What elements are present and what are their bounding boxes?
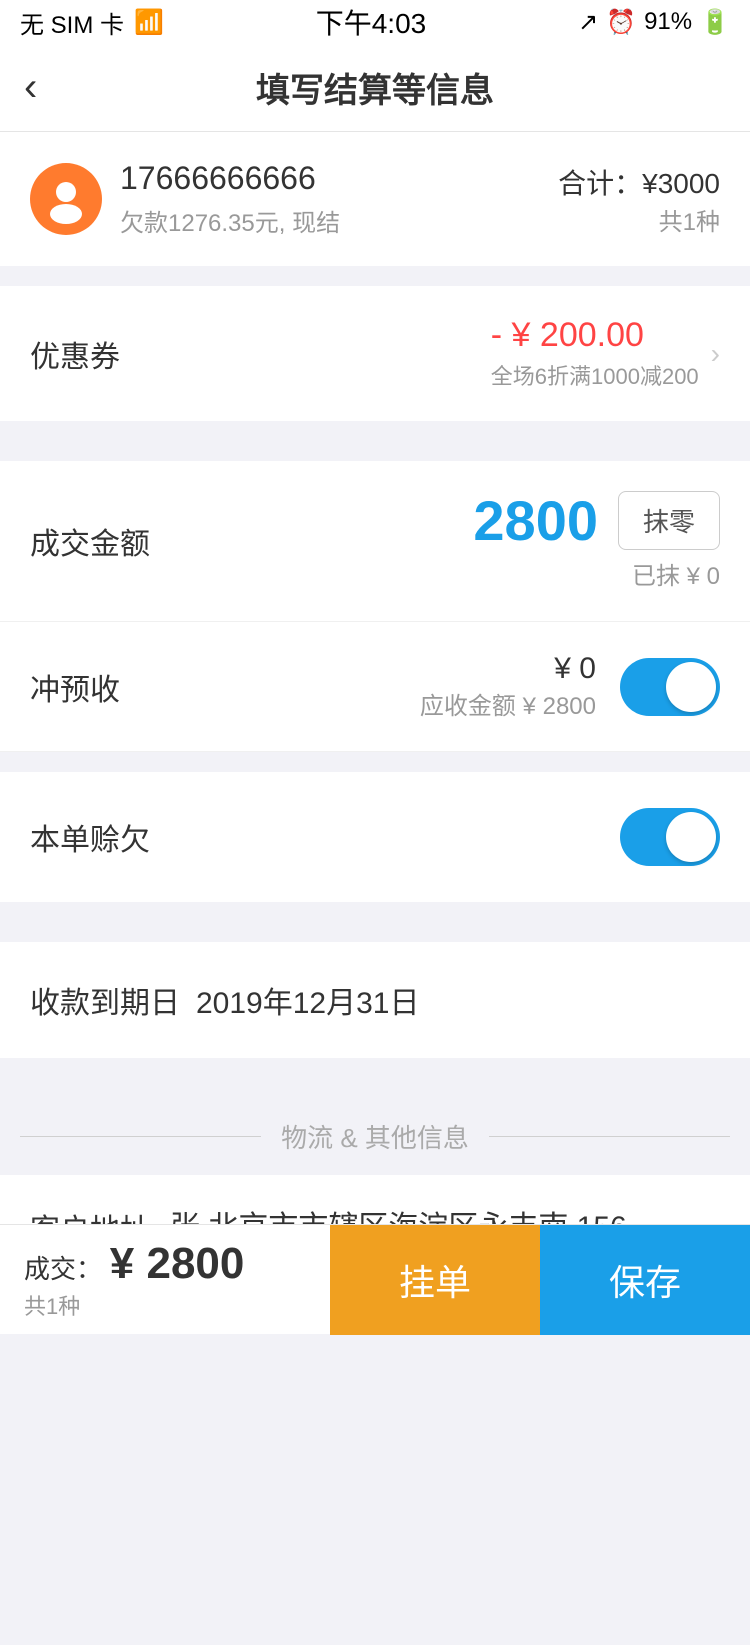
deal-amount-section: 2800 抹零 已抹 ¥ 0 <box>473 491 720 591</box>
coupon-amount: - ¥ 200.00 <box>491 316 699 355</box>
back-button[interactable]: ‹ <box>24 65 37 110</box>
status-time: 下午4:03 <box>316 2 427 42</box>
deal-amount-row: 成交金额 2800 抹零 已抹 ¥ 0 <box>0 461 750 622</box>
toggle-knob <box>666 662 716 712</box>
section-divider-2 <box>0 752 750 772</box>
bottom-amount: ¥ 2800 <box>110 1239 245 1288</box>
customer-info: 17666666666 欠款1276.35元, 现结 <box>120 160 340 238</box>
debt-toggle[interactable] <box>620 808 720 866</box>
bottom-bar: 成交： ¥ 2800 共1种 挂单 保存 <box>0 1224 750 1334</box>
section-divider-4 <box>0 1078 750 1098</box>
bottom-deal-row: 成交： ¥ 2800 <box>24 1239 306 1289</box>
deal-amount-label: 成交金额 <box>30 519 150 563</box>
debt-row: 本单赊欠 <box>0 772 750 902</box>
already-rounded-text: 已抹 ¥ 0 <box>632 556 720 591</box>
prepay-values: ¥ 0 应收金额 ¥ 2800 <box>420 652 596 721</box>
bottom-count: 共1种 <box>24 1289 306 1321</box>
nav-bar: ‹ 填写结算等信息 <box>0 44 750 132</box>
logistics-text: 物流 & 其他信息 <box>281 1118 469 1155</box>
logistics-line-right <box>489 1136 730 1137</box>
battery-level: 91% <box>644 8 692 36</box>
prepay-label: 冲预收 <box>30 665 120 709</box>
bottom-deal-label: 成交： <box>24 1254 102 1284</box>
due-date-row: 收款到期日 2019年12月31日 <box>0 942 750 1058</box>
total-label: 合计： <box>558 168 642 199</box>
section-divider-3 <box>0 922 750 942</box>
wifi-icon: 📶 <box>134 8 164 37</box>
debt-label: 本单赊欠 <box>30 815 150 859</box>
coupon-label: 优惠券 <box>30 332 120 376</box>
prepay-toggle[interactable] <box>620 658 720 716</box>
deal-amount-inner-row: 2800 抹零 <box>473 491 720 550</box>
deal-amount-value: 2800 <box>473 493 598 549</box>
coupon-description: 全场6折满1000减200 <box>491 359 699 391</box>
total-count: 共1种 <box>558 202 720 237</box>
gray-area <box>0 1325 750 1525</box>
sim-status: 无 SIM 卡 <box>20 5 124 40</box>
logistics-divider: 物流 & 其他信息 <box>0 1098 750 1175</box>
status-bar: 无 SIM 卡 📶 下午4:03 ↗ ⏰ 91% 🔋 <box>0 0 750 44</box>
hang-order-button[interactable]: 挂单 <box>330 1225 540 1335</box>
coupon-row[interactable]: 优惠券 - ¥ 200.00 全场6折满1000减200 › <box>0 286 750 421</box>
bottom-info: 成交： ¥ 2800 共1种 <box>0 1239 330 1321</box>
status-left: 无 SIM 卡 📶 <box>20 5 164 40</box>
coupon-right: - ¥ 200.00 全场6折满1000减200 › <box>491 316 720 391</box>
prepay-row: 冲预收 ¥ 0 应收金额 ¥ 2800 <box>0 622 750 752</box>
battery-icon: 🔋 <box>700 8 730 37</box>
location-icon: ↗ <box>578 8 598 37</box>
due-date-value: 2019年12月31日 <box>196 978 419 1022</box>
prepay-amount: ¥ 0 <box>554 652 596 686</box>
customer-card: 17666666666 欠款1276.35元, 现结 合计：¥3000 共1种 <box>0 132 750 266</box>
total-amount: ¥3000 <box>642 168 720 199</box>
alarm-icon: ⏰ <box>606 8 636 37</box>
section-divider-1 <box>0 441 750 461</box>
avatar-icon <box>41 174 91 224</box>
avatar <box>30 163 102 235</box>
total-label-amount: 合计：¥3000 <box>558 162 720 202</box>
due-date-label: 收款到期日 <box>30 978 180 1022</box>
prepay-right: ¥ 0 应收金额 ¥ 2800 <box>420 652 720 721</box>
customer-totals: 合计：¥3000 共1种 <box>558 162 720 237</box>
debt-toggle-knob <box>666 812 716 862</box>
customer-debt-info: 欠款1276.35元, 现结 <box>120 203 340 238</box>
receivable-text: 应收金额 ¥ 2800 <box>420 686 596 721</box>
coupon-chevron-icon: › <box>711 338 720 370</box>
save-button[interactable]: 保存 <box>540 1225 750 1335</box>
content: 17666666666 欠款1276.35元, 现结 合计：¥3000 共1种 … <box>0 132 750 1645</box>
page-title: 填写结算等信息 <box>256 63 494 112</box>
round-button[interactable]: 抹零 <box>618 491 720 550</box>
customer-phone: 17666666666 <box>120 160 340 197</box>
status-right: ↗ ⏰ 91% 🔋 <box>578 8 730 37</box>
customer-left: 17666666666 欠款1276.35元, 现结 <box>30 160 340 238</box>
logistics-line-left <box>20 1136 261 1137</box>
